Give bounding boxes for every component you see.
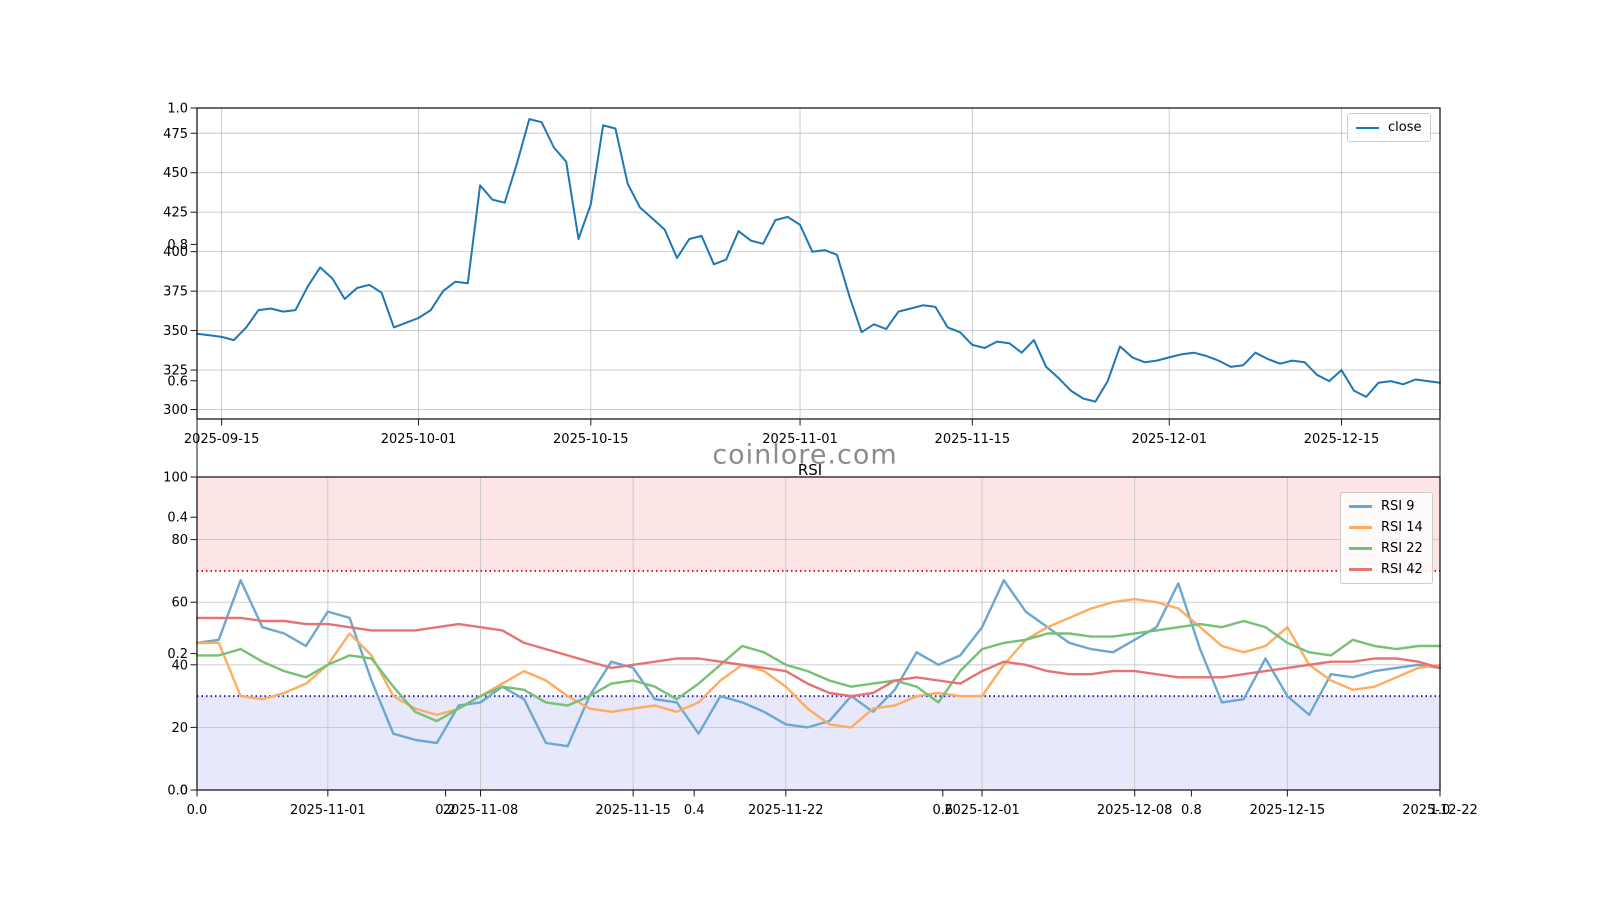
figure: 1.0 0.8 0.6 0.4 0.2 0.0 0.0 0.2 0.4 0.6 0.8 1.0 475 4…: [0, 0, 1600, 900]
y-tick-label: 20: [171, 721, 188, 736]
rsi-chart-title: RSI: [797, 461, 823, 479]
close-line: [196, 118, 1441, 403]
x-tick-label: 2025-11-01: [762, 432, 838, 447]
y-tick-label: 450: [163, 166, 188, 181]
rsi22-line-swatch-icon: [1349, 547, 1372, 550]
rsi42-line-swatch-icon: [1349, 568, 1372, 571]
y-tick-label: 80: [171, 533, 188, 548]
y-tick-label: 375: [163, 285, 188, 300]
x-tick-label: 2025-11-15: [595, 803, 671, 818]
x-tick-label: 2025-12-08: [1097, 803, 1173, 818]
background-y-tick-label: 0.4: [167, 511, 188, 526]
y-tick-label: 350: [163, 324, 188, 339]
x-tick-label: 2025-12-15: [1250, 803, 1326, 818]
x-axis: 2025-09-15 2025-10-01 2025-10-15 2025-11-01…: [184, 419, 1379, 447]
legend-label: RSI 42: [1381, 562, 1423, 577]
rsi-chart: 1008060402002025-11-01 2025-11-08 2025-11-…: [163, 471, 1478, 819]
background-x-tick-label: 0.0: [187, 803, 208, 818]
x-axis: 2025-11-01 2025-11-08 2025-11-15 2025-11-22…: [290, 790, 1478, 818]
background-y-tick-label: 1.0: [167, 102, 188, 117]
legend-row: RSI 14: [1349, 517, 1423, 538]
x-tick-label: 2025-10-15: [553, 432, 629, 447]
close-legend: close: [1347, 113, 1432, 142]
y-axis: 475 450 425 400 375 350 325 300: [163, 127, 197, 418]
y-tick-label: 300: [163, 403, 188, 418]
y-tick-label: 100: [163, 471, 188, 486]
plot-border: [196, 107, 1441, 420]
x-tick-label: 2025-11-08: [443, 803, 519, 818]
rsi-legend: RSI 9 RSI 14 RSI 22 RSI 42: [1340, 492, 1433, 584]
background-x-tick-label: 0.4: [684, 803, 705, 818]
legend-row: RSI 42: [1349, 559, 1423, 580]
x-tick-label: 2025-09-15: [184, 432, 260, 447]
x-tick-label: 2025-11-22: [748, 803, 824, 818]
y-tick-label: 475: [163, 127, 188, 142]
gridlines: [197, 108, 1440, 419]
legend-row: RSI 9: [1349, 496, 1423, 517]
legend-label: close: [1388, 120, 1422, 135]
y-tick-label: 0: [180, 784, 188, 799]
x-tick-label: 2025-12-15: [1304, 432, 1380, 447]
price-chart: 475 450 425 400 375 350 325 300 2025-09-15 2025-1…: [163, 107, 1441, 447]
close-line-swatch-icon: [1356, 126, 1379, 129]
x-tick-label: 2025-10-01: [381, 432, 457, 447]
legend-label: RSI 9: [1381, 499, 1415, 514]
y-tick-label: 40: [171, 658, 188, 673]
y-tick-label: 60: [171, 596, 188, 611]
x-tick-label: 2025-12-01: [944, 803, 1020, 818]
rsi42-line: [195, 616, 1442, 698]
rsi14-line-swatch-icon: [1349, 526, 1372, 529]
y-tick-label: 325: [163, 364, 188, 379]
x-tick-label: 2025-11-01: [290, 803, 366, 818]
x-tick-label: 2025-12-22: [1402, 803, 1478, 818]
x-tick-label: 2025-12-01: [1131, 432, 1207, 447]
y-tick-label: 400: [163, 245, 188, 260]
background-x-tick-label: 0.8: [1181, 803, 1202, 818]
legend-row: close: [1356, 117, 1421, 138]
x-tick-label: 2025-11-15: [935, 432, 1011, 447]
rsi9-line-swatch-icon: [1349, 505, 1372, 508]
y-tick-label: 425: [163, 206, 188, 221]
legend-label: RSI 14: [1381, 520, 1423, 535]
legend-row: RSI 22: [1349, 538, 1423, 559]
legend-label: RSI 22: [1381, 541, 1423, 556]
overbought-zone: [197, 477, 1440, 571]
